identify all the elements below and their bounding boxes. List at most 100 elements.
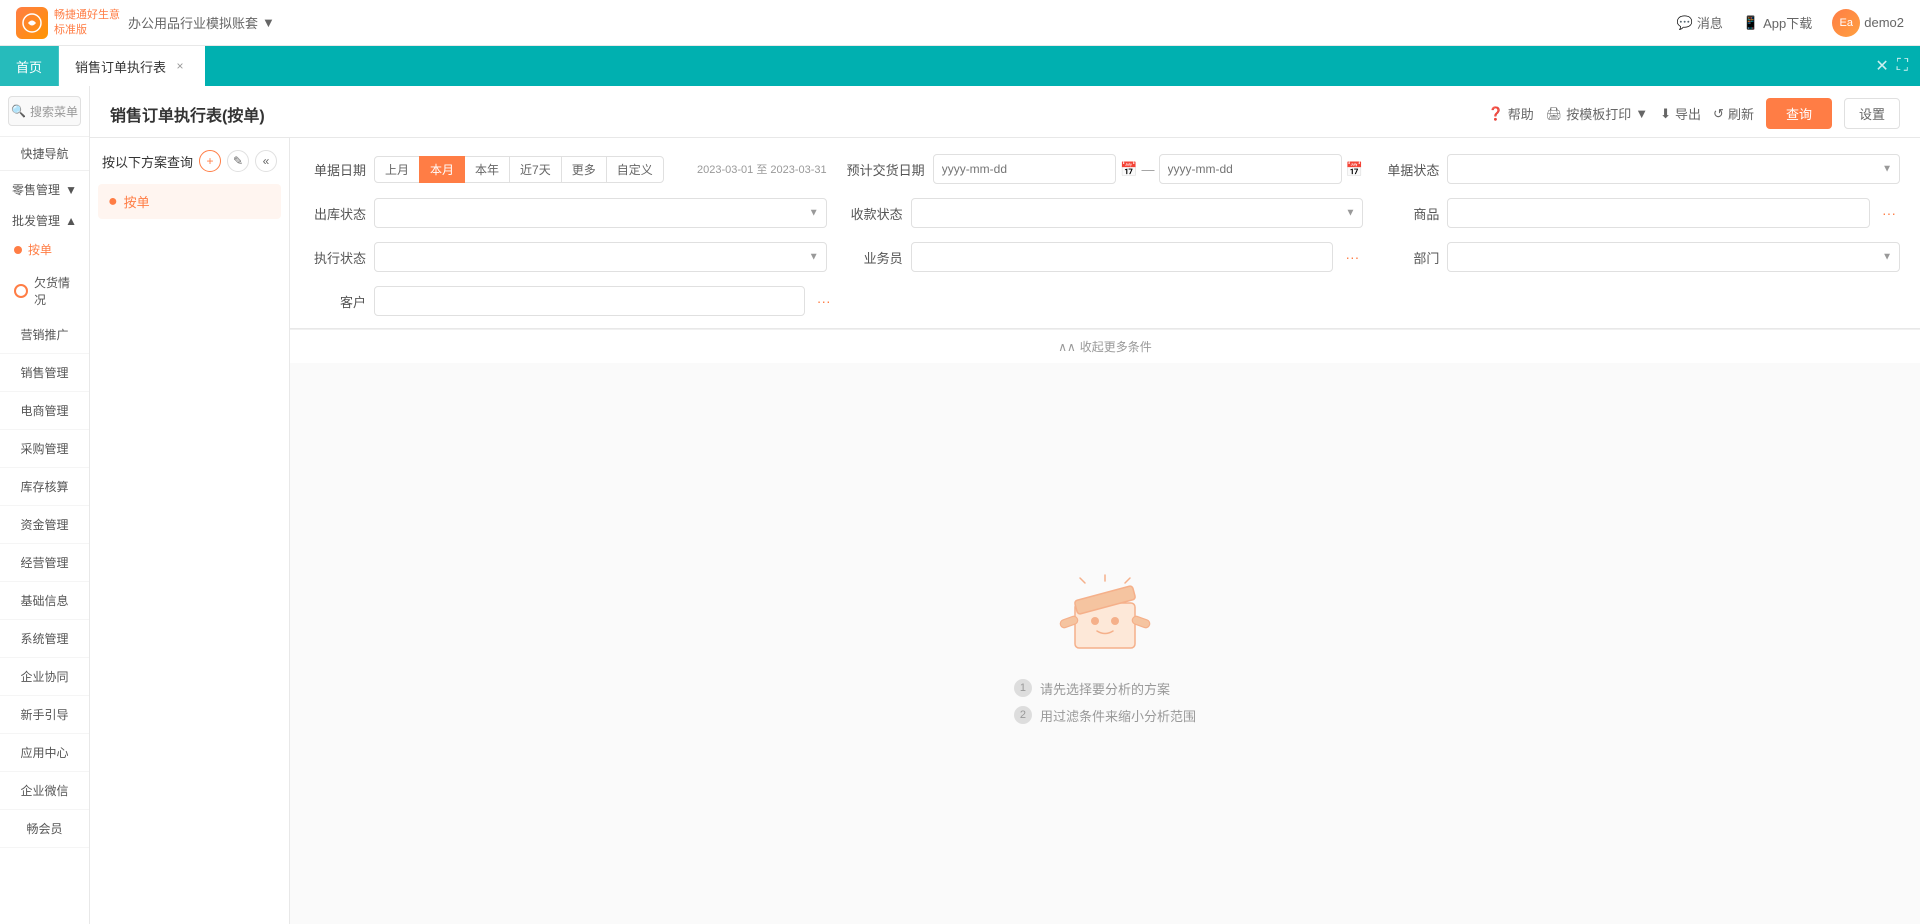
- left-panel-title: 按以下方案查询: [102, 152, 193, 171]
- sidebar-item-wechat[interactable]: 企业微信: [0, 772, 89, 810]
- sidebar-item-purchase[interactable]: 采购管理: [0, 430, 89, 468]
- marketing-label: 营销推广: [20, 328, 68, 342]
- goods-input[interactable]: [1447, 198, 1870, 228]
- left-panel-header: 按以下方案查询 + ✎ «: [98, 150, 281, 172]
- header-right: 💬 消息 📱 App下载 Ea demo2: [1677, 9, 1904, 37]
- tab-more[interactable]: 更多: [561, 156, 607, 183]
- out-status-label: 出库状态: [310, 204, 366, 223]
- breadcrumb-selector[interactable]: 办公用品行业模拟账套 ▼: [128, 13, 275, 32]
- retail-arrow: ▼: [65, 183, 77, 197]
- doc-status-select-wrapper: ▼: [1447, 154, 1900, 184]
- filter-customer-item: 客户 ···: [310, 286, 835, 316]
- add-scheme-btn[interactable]: +: [199, 150, 221, 172]
- page-title-row: 销售订单执行表(按单) ❓ 帮助 🖨 按模板打印 ▼ ⬇ 导出: [110, 98, 1900, 129]
- tab-sales-order[interactable]: 销售订单执行表 ×: [59, 46, 205, 86]
- sidebar-item-newbie[interactable]: 新手引导: [0, 696, 89, 734]
- collapse-bar[interactable]: ∧∧ 收起更多条件: [290, 329, 1920, 363]
- close-window-icon[interactable]: ✕: [1875, 56, 1888, 76]
- finance-label: 资金管理: [20, 518, 68, 532]
- tab-sales-order-label: 销售订单执行表: [75, 57, 166, 76]
- message-action[interactable]: 💬 消息: [1677, 13, 1723, 32]
- tab-custom[interactable]: 自定义: [606, 156, 664, 183]
- salesperson-dots-btn[interactable]: ···: [1341, 249, 1363, 265]
- tab-last7[interactable]: 近7天: [509, 156, 562, 183]
- message-icon: 💬: [1677, 15, 1693, 31]
- sidebar-item-system[interactable]: 系统管理: [0, 620, 89, 658]
- filter-out-status-item: 出库状态 ▼: [310, 198, 827, 228]
- nav-right-actions: ✕ ⛶: [1875, 56, 1920, 76]
- payment-status-select-wrapper: ▼: [911, 198, 1364, 228]
- salesperson-label: 业务员: [847, 248, 903, 267]
- scheme-item-order[interactable]: ● 按单: [98, 184, 281, 219]
- order-dot-icon: [14, 246, 22, 254]
- calendar-start-icon[interactable]: 📅: [1120, 161, 1137, 178]
- filter-row-3: 执行状态 ▼ 业务员 ··· 部门: [310, 242, 1900, 272]
- date-tabs: 上月 本月 本年 近7天 更多 自定义: [374, 156, 691, 183]
- query-button[interactable]: 查询: [1766, 98, 1832, 129]
- customer-label: 客户: [310, 292, 366, 311]
- breadcrumb-arrow: ▼: [262, 15, 275, 30]
- sidebar-item-retail[interactable]: 零售管理 ▼: [0, 171, 89, 202]
- setting-button[interactable]: 设置: [1844, 98, 1900, 129]
- sidebar-item-ecommerce[interactable]: 电商管理: [0, 392, 89, 430]
- user-profile[interactable]: Ea demo2: [1832, 9, 1904, 37]
- sidebar-sub-item-order[interactable]: 按单: [0, 233, 89, 266]
- sidebar-item-wholesale[interactable]: 批发管理 ▲: [0, 202, 89, 233]
- customer-input[interactable]: [374, 286, 805, 316]
- tab-this-year[interactable]: 本年: [464, 156, 510, 183]
- left-panel: 按以下方案查询 + ✎ « ● 按单: [90, 138, 290, 924]
- goods-dots-btn[interactable]: ···: [1878, 205, 1900, 221]
- customer-dots-btn[interactable]: ···: [813, 293, 835, 309]
- edit-scheme-btn[interactable]: ✎: [227, 150, 249, 172]
- help-btn[interactable]: ❓ 帮助: [1488, 104, 1534, 123]
- user-name: demo2: [1864, 15, 1904, 30]
- sidebar-item-inventory[interactable]: 库存核算: [0, 468, 89, 506]
- expected-date-end[interactable]: [1159, 154, 1342, 184]
- payment-status-select[interactable]: [911, 198, 1364, 228]
- sidebar-sub-item-debt[interactable]: 欠货情况: [0, 266, 89, 316]
- execute-status-select[interactable]: [374, 242, 827, 272]
- content-area: 销售订单执行表(按单) ❓ 帮助 🖨 按模板打印 ▼ ⬇ 导出: [90, 86, 1920, 924]
- sidebar-item-marketing[interactable]: 营销推广: [0, 316, 89, 354]
- date-dash: —: [1142, 162, 1155, 177]
- empty-state: 1 请先选择要分析的方案 2 用过滤条件来缩小分析范围: [1014, 563, 1196, 725]
- refresh-icon: ↺: [1713, 106, 1724, 122]
- out-status-select[interactable]: [374, 198, 827, 228]
- app-download-action[interactable]: 📱 App下载: [1743, 13, 1812, 32]
- export-btn[interactable]: ⬇ 导出: [1660, 104, 1701, 123]
- filter-payment-status-item: 收款状态 ▼: [847, 198, 1364, 228]
- doc-status-select[interactable]: [1447, 154, 1900, 184]
- tab-last-month[interactable]: 上月: [374, 156, 420, 183]
- refresh-label: 刷新: [1728, 104, 1754, 123]
- salesperson-input[interactable]: [911, 242, 1334, 272]
- filter-department-item: 部门 ▼: [1383, 242, 1900, 272]
- calendar-end-icon[interactable]: 📅: [1346, 161, 1363, 178]
- refresh-btn[interactable]: ↺ 刷新: [1713, 104, 1754, 123]
- tab-home[interactable]: 首页: [0, 46, 59, 86]
- sidebar-item-member[interactable]: 畅会员: [0, 810, 89, 848]
- scheme-dot-icon: ●: [108, 193, 118, 211]
- department-select[interactable]: [1447, 242, 1900, 272]
- sidebar-item-operation[interactable]: 经营管理: [0, 544, 89, 582]
- sidebar-item-finance[interactable]: 资金管理: [0, 506, 89, 544]
- filter-salesperson-item: 业务员 ···: [847, 242, 1364, 272]
- print-btn[interactable]: 🖨 按模板打印 ▼: [1546, 104, 1648, 123]
- order-label: 按单: [28, 241, 52, 258]
- sidebar-item-basic[interactable]: 基础信息: [0, 582, 89, 620]
- tab-this-month[interactable]: 本月: [419, 156, 465, 183]
- sidebar-item-quick-nav[interactable]: 快捷导航: [0, 137, 89, 171]
- tab-close-icon[interactable]: ×: [172, 58, 188, 74]
- sidebar-item-apps[interactable]: 应用中心: [0, 734, 89, 772]
- out-status-select-wrapper: ▼: [374, 198, 827, 228]
- sidebar-item-enterprise[interactable]: 企业协同: [0, 658, 89, 696]
- collapse-left-btn[interactable]: «: [255, 150, 277, 172]
- search-menu-btn[interactable]: 🔍 搜索菜单: [8, 96, 81, 126]
- tip-num-1: 1: [1014, 679, 1032, 697]
- filter-row-2: 出库状态 ▼ 收款状态 ▼: [310, 198, 1900, 228]
- fullscreen-icon[interactable]: ⛶: [1897, 57, 1908, 75]
- sidebar-item-sales[interactable]: 销售管理: [0, 354, 89, 392]
- logo-text: 畅捷通好生意 标准版: [54, 8, 120, 37]
- expected-date-start[interactable]: [933, 154, 1116, 184]
- nav-tabs: 首页 销售订单执行表 × ✕ ⛶: [0, 46, 1920, 86]
- filter-goods-item: 商品 ···: [1383, 198, 1900, 228]
